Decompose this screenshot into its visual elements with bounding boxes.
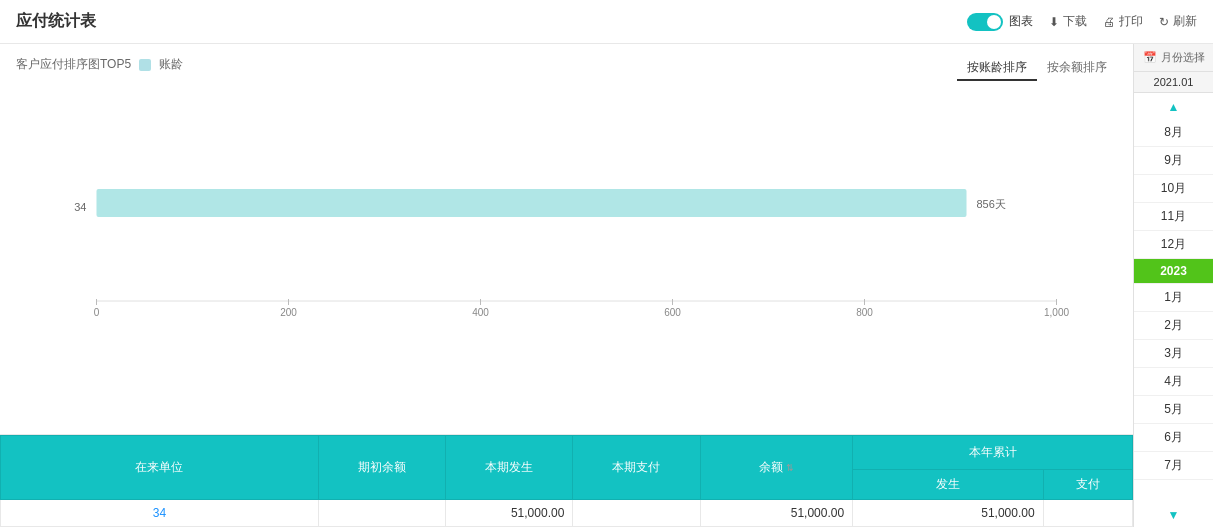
table-body: 34 51,000.00 51,000.00 51,000.00: [1, 500, 1133, 527]
refresh-icon: ↻: [1159, 15, 1169, 29]
cell-ytd-payment: [1043, 500, 1132, 527]
svg-text:0: 0: [94, 307, 100, 318]
cell-occurrence: 51,000.00: [446, 500, 573, 527]
sidebar-month-item[interactable]: 9月: [1134, 147, 1213, 175]
chevron-up-icon: [1168, 97, 1180, 115]
sidebar-month-item[interactable]: 2月: [1134, 312, 1213, 340]
sidebar-month-item[interactable]: 5月: [1134, 396, 1213, 424]
refresh-button[interactable]: ↻ 刷新: [1159, 13, 1197, 30]
sidebar-month-item[interactable]: 11月: [1134, 203, 1213, 231]
table-header-top-row: 在来单位 期初余额 本期发生 本期支付 余额 ⇅ 本年累计: [1, 436, 1133, 470]
chart-toggle-wrap[interactable]: 图表: [967, 13, 1033, 31]
sidebar-month-item[interactable]: 7月: [1134, 452, 1213, 480]
col-occurrence: 本期发生: [446, 436, 573, 500]
col-balance: 余额 ⇅: [700, 436, 853, 500]
svg-text:600: 600: [664, 307, 681, 318]
col-ytd: 本年累计: [853, 436, 1133, 470]
chevron-down-icon: [1168, 505, 1180, 523]
data-table: 在来单位 期初余额 本期发生 本期支付 余额 ⇅ 本年累计 发生 支付: [0, 435, 1133, 527]
sidebar-down-button[interactable]: [1134, 501, 1213, 527]
legend-dot: [139, 59, 151, 71]
sidebar-month-item[interactable]: 4月: [1134, 368, 1213, 396]
download-icon: ⬇: [1049, 15, 1059, 29]
sort-tab-age[interactable]: 按账龄排序: [957, 56, 1037, 81]
chart-label: 图表: [1009, 13, 1033, 30]
download-button[interactable]: ⬇ 下载: [1049, 13, 1087, 30]
col-payment: 本期支付: [573, 436, 700, 500]
chart-legend: 客户应付排序图TOP5 账龄: [16, 56, 1117, 73]
sidebar-month-item[interactable]: 3月: [1134, 340, 1213, 368]
chart-section: 客户应付排序图TOP5 账龄 按账龄排序 按余额排序 34 856天: [0, 44, 1133, 434]
sort-tabs: 按账龄排序 按余额排序: [957, 56, 1117, 81]
sidebar-month-item[interactable]: 8月: [1134, 119, 1213, 147]
col-unit: 在来单位: [1, 436, 319, 500]
sidebar-months-list: 8月9月10月11月12月20231月2月3月4月5月6月7月: [1134, 119, 1213, 501]
balance-sort-icon: ⇅: [786, 463, 794, 473]
col-ytd-occurrence: 发生: [853, 470, 1044, 500]
sidebar-up-button[interactable]: [1134, 93, 1213, 119]
sidebar-month-item[interactable]: 10月: [1134, 175, 1213, 203]
sort-tab-balance[interactable]: 按余额排序: [1037, 56, 1117, 81]
sidebar-month-item[interactable]: 12月: [1134, 231, 1213, 259]
bar-end-label: 856天: [977, 198, 1006, 210]
bar-chart-svg: 34 856天 0 200 400 600 800 1,000: [16, 81, 1117, 341]
cell-ytd-occurrence: 51,000.00: [853, 500, 1044, 527]
sidebar-current-period: 2021.01: [1134, 72, 1213, 93]
calendar-icon: 📅: [1143, 51, 1157, 64]
chart-bar: [97, 189, 967, 217]
svg-text:1,000: 1,000: [1044, 307, 1069, 318]
right-sidebar: 📅 月份选择 2021.01 8月9月10月11月12月20231月2月3月4月…: [1133, 44, 1213, 527]
legend-tag: 账龄: [159, 56, 183, 73]
cell-opening: [318, 500, 445, 527]
print-button[interactable]: 🖨 打印: [1103, 13, 1143, 30]
col-opening: 期初余额: [318, 436, 445, 500]
print-icon: 🖨: [1103, 15, 1115, 29]
header-actions: 图表 ⬇ 下载 🖨 打印 ↻ 刷新: [967, 13, 1197, 31]
cell-balance: 51,000.00: [700, 500, 853, 527]
legend-label: 客户应付排序图TOP5: [16, 56, 131, 73]
svg-text:400: 400: [472, 307, 489, 318]
sidebar-month-item[interactable]: 6月: [1134, 424, 1213, 452]
chart-toggle[interactable]: [967, 13, 1003, 31]
table-row: 34 51,000.00 51,000.00 51,000.00: [1, 500, 1133, 527]
cell-unit[interactable]: 34: [1, 500, 319, 527]
cell-payment: [573, 500, 700, 527]
table-section: 在来单位 期初余额 本期发生 本期支付 余额 ⇅ 本年累计 发生 支付: [0, 434, 1133, 527]
sidebar-month-item[interactable]: 1月: [1134, 284, 1213, 312]
page-title: 应付统计表: [16, 11, 96, 32]
svg-text:800: 800: [856, 307, 873, 318]
svg-text:200: 200: [280, 307, 297, 318]
sidebar-year-label[interactable]: 2023: [1134, 259, 1213, 284]
sidebar-header: 📅 月份选择: [1134, 44, 1213, 72]
y-axis-label: 34: [74, 201, 86, 213]
col-ytd-payment: 支付: [1043, 470, 1132, 500]
